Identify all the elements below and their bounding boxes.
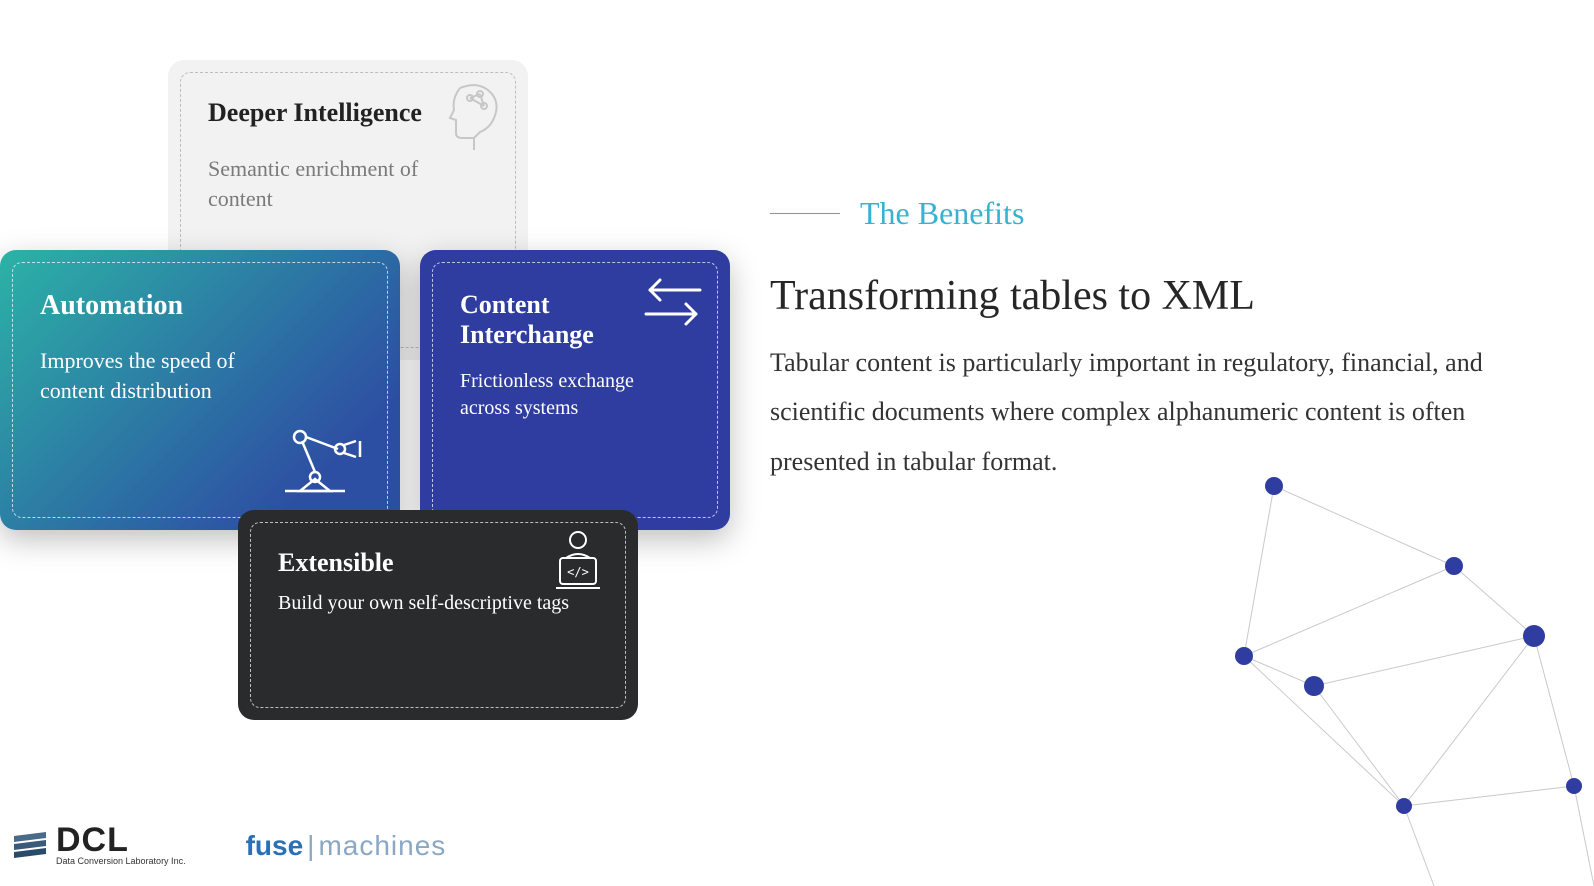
- fuse-logo-separator: |: [303, 830, 318, 861]
- dcl-logo-subtext: Data Conversion Laboratory Inc.: [56, 856, 186, 866]
- dcl-mark-icon: [10, 826, 50, 866]
- card-desc: Frictionless exchange across systems: [460, 368, 670, 422]
- arrows-exchange-icon: [638, 276, 708, 333]
- text-column: The Benefits Transforming tables to XML …: [770, 195, 1490, 486]
- card-title-line: Interchange: [460, 320, 594, 349]
- eyebrow-line: [770, 213, 840, 214]
- svg-text:</>: </>: [567, 565, 589, 579]
- card-desc: Semantic enrichment of content: [208, 154, 468, 213]
- dcl-logo-text: DCL: [56, 825, 186, 856]
- card-desc: Improves the speed of content distributi…: [40, 346, 280, 405]
- network-decoration-icon: [974, 466, 1594, 886]
- robot-arm-icon: [280, 419, 370, 504]
- fusemachines-logo: fuse|machines: [246, 830, 447, 862]
- fuse-logo-bold: fuse: [246, 830, 304, 861]
- eyebrow-text: The Benefits: [860, 195, 1024, 232]
- card-desc: Build your own self-descriptive tags: [278, 590, 578, 617]
- dcl-logo: DCL Data Conversion Laboratory Inc.: [10, 825, 186, 866]
- cards-cluster: Deeper Intelligence Semantic enrichment …: [0, 60, 760, 760]
- eyebrow: The Benefits: [770, 195, 1490, 232]
- card-title: Automation: [40, 290, 360, 322]
- card-content-interchange: Content Interchange Frictionless exchang…: [420, 250, 730, 530]
- card-title-line: Content: [460, 290, 550, 319]
- fuse-logo-light: machines: [318, 830, 446, 861]
- developer-icon: </>: [548, 528, 608, 599]
- section-heading: Transforming tables to XML: [770, 272, 1490, 320]
- card-extensible: Extensible Build your own self-descripti…: [238, 510, 638, 720]
- section-body: Tabular content is particularly importan…: [770, 338, 1490, 486]
- brain-head-icon: [440, 78, 510, 158]
- footer-logos: DCL Data Conversion Laboratory Inc. fuse…: [10, 825, 446, 866]
- card-automation: Automation Improves the speed of content…: [0, 250, 400, 530]
